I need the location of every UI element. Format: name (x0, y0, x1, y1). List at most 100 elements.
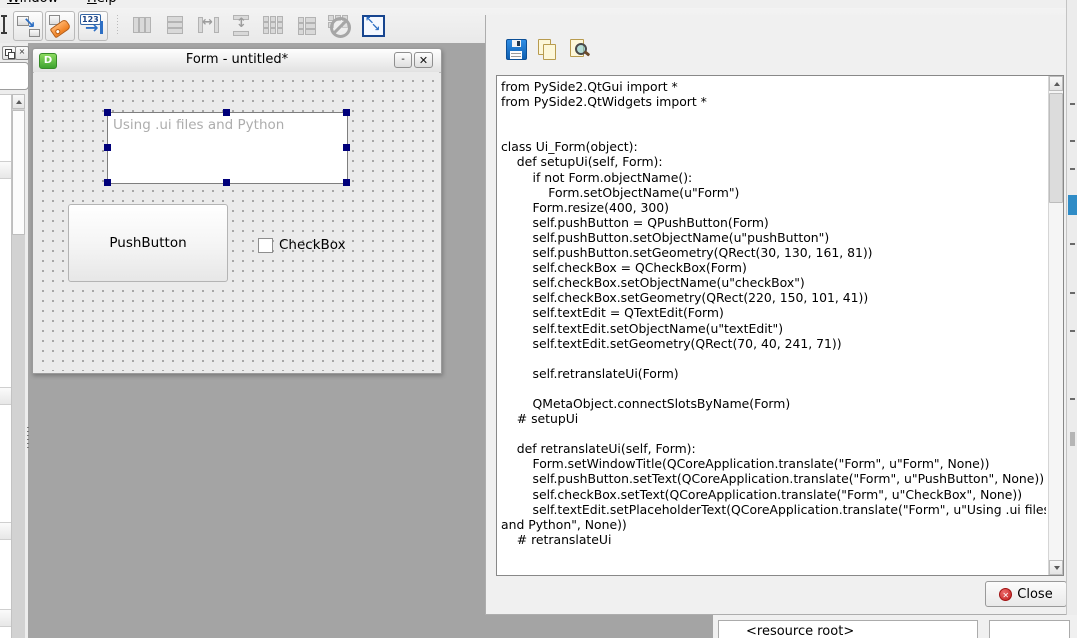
close-circle-icon: ✕ (999, 588, 1012, 601)
checkbox-indicator[interactable] (258, 238, 273, 253)
code-view[interactable]: from PySide2.QtGui import *from PySide2.… (496, 75, 1064, 576)
qt-designer-window: Window Help ↘ 123 → (0, 0, 1077, 638)
scroll-up-button[interactable] (12, 94, 25, 109)
widget-box-list (0, 94, 11, 638)
widget-filter-input[interactable] (0, 62, 29, 90)
widget-category-row[interactable] (0, 387, 11, 405)
layout-horizontal-icon[interactable] (128, 11, 156, 39)
edit-tab-order-icon[interactable]: 123 → (78, 11, 108, 41)
copy-button[interactable] (536, 38, 560, 62)
resize-handle-bottom-middle[interactable] (223, 179, 230, 186)
resource-root-item[interactable]: <resource root> (746, 624, 854, 638)
code-line: self.textEdit.setPlaceholderText(QCoreAp… (501, 502, 1046, 517)
resize-handle-bottom-left[interactable] (104, 179, 111, 186)
scrollbar-fragment (1070, 432, 1075, 446)
widget-category-row[interactable] (0, 609, 11, 627)
resize-handle-top-left[interactable] (104, 109, 111, 116)
splitter-horizontal-icon[interactable]: ↔ (194, 11, 222, 39)
resize-handle-middle-left[interactable] (104, 144, 111, 151)
layout-grid-icon[interactable] (259, 11, 287, 39)
code-text: from PySide2.QtGui import *from PySide2.… (501, 79, 1046, 572)
dialog-close-button[interactable]: ✕ Close (985, 581, 1067, 607)
copy-icon-front (543, 44, 556, 60)
bar-shape (214, 17, 219, 33)
code-line: self.textEdit = QTextEdit(Form) (501, 305, 1046, 320)
textedit-placeholder: Using .ui files and Python (113, 117, 284, 133)
dock-float-button[interactable] (2, 46, 16, 60)
dock-close-button[interactable]: × (15, 46, 29, 60)
form-window-title: Form - untitled* (33, 52, 441, 67)
se-arrow-glyph: ↘ (371, 21, 380, 34)
edit-widgets-icon[interactable] (0, 11, 12, 39)
resize-handle-top-middle[interactable] (223, 109, 230, 116)
grid-cell (270, 28, 276, 34)
scrollbar-thumb[interactable] (1049, 93, 1063, 203)
floppy-shutter (512, 40, 521, 47)
layout-form-icon[interactable] (293, 11, 321, 39)
save-button[interactable] (505, 38, 529, 62)
scroll-down-button[interactable] (1049, 560, 1063, 575)
edit-signals-slots-icon[interactable]: ↘ (13, 11, 43, 41)
code-line: QMetaObject.connectSlotsByName(Form) (501, 396, 1046, 411)
adjust-size-icon[interactable]: ↖ ↘ (359, 11, 387, 39)
h-arrows-glyph: ↔ (202, 15, 213, 30)
clipped-text-fragment (1070, 398, 1075, 400)
grid-cell (305, 29, 316, 35)
widget-shape (29, 29, 40, 37)
code-line: self.checkBox.setObjectName(u"checkBox") (501, 275, 1046, 290)
clipped-text-fragment (1070, 330, 1075, 332)
close-button[interactable]: ✕ (414, 52, 433, 68)
bar-shape (167, 28, 183, 34)
clipped-text-fragment (1070, 292, 1075, 294)
resize-handle-middle-right[interactable] (343, 144, 350, 151)
resource-tree[interactable]: <resource root> (718, 620, 978, 638)
up-arrow-icon (1054, 82, 1060, 86)
resize-handle-top-right[interactable] (343, 109, 350, 116)
clipped-text-fragment (1070, 168, 1075, 170)
dock-splitter-handle[interactable] (27, 427, 29, 449)
widget-category-row[interactable] (0, 161, 11, 179)
form-window: D Form - untitled* - ✕ Using .ui files a… (32, 48, 442, 374)
code-line: # setupUi (501, 411, 1046, 426)
code-line (501, 109, 1046, 124)
code-line (501, 426, 1046, 441)
minimize-button[interactable]: - (394, 52, 412, 68)
find-button[interactable] (568, 38, 592, 62)
code-line: self.retranslateUi(Form) (501, 366, 1046, 381)
close-icon: × (19, 47, 26, 56)
code-line: from PySide2.QtWidgets import * (501, 94, 1046, 109)
resource-detail-pane[interactable] (989, 620, 1070, 638)
code-line: self.pushButton.setObjectName(u"pushButt… (501, 230, 1046, 245)
qcheckbox-widget[interactable]: CheckBox (258, 232, 346, 258)
code-vertical-scrollbar[interactable] (1048, 76, 1063, 575)
grid-cell (263, 28, 269, 34)
floppy-lines (511, 53, 521, 58)
widget-category-row[interactable] (0, 522, 11, 540)
code-line: # retranslateUi (501, 532, 1046, 547)
code-line: and Python", None)) (501, 517, 1046, 532)
scrollbar-thumb[interactable] (12, 110, 25, 235)
checkbox-label: CheckBox (279, 237, 346, 253)
qtextedit-widget[interactable]: Using .ui files and Python (107, 112, 348, 184)
code-line: self.textEdit.setGeometry(QRect(70, 40, … (501, 336, 1046, 351)
scroll-up-button[interactable] (1049, 76, 1063, 91)
code-line: def retranslateUi(self, Form): (501, 441, 1046, 456)
down-arrow-icon (1054, 566, 1060, 570)
resource-browser-panel: <resource root> (713, 615, 1077, 638)
layout-vertical-icon[interactable] (161, 11, 189, 39)
resize-handle-bottom-right[interactable] (343, 179, 350, 186)
form-canvas[interactable]: Using .ui files and Python PushButton Ch… (34, 72, 439, 371)
break-layout-icon[interactable] (325, 11, 353, 39)
code-line: Form.setObjectName(u"Form") (501, 185, 1046, 200)
form-window-titlebar[interactable]: D Form - untitled* - ✕ (33, 49, 441, 73)
code-line: def setupUi(self, Form): (501, 154, 1046, 169)
widget-box-dock: × (0, 43, 28, 638)
toolbar-separator (116, 15, 119, 35)
qpushbutton-widget[interactable]: PushButton (68, 204, 228, 282)
magnifier-icon (575, 43, 587, 55)
edit-buddies-icon[interactable] (45, 11, 75, 41)
widget-box-scrollbar[interactable] (11, 94, 25, 638)
up-arrow-icon (16, 100, 22, 104)
splitter-vertical-icon[interactable]: ↕ (227, 11, 255, 39)
bar-shape (145, 17, 151, 33)
